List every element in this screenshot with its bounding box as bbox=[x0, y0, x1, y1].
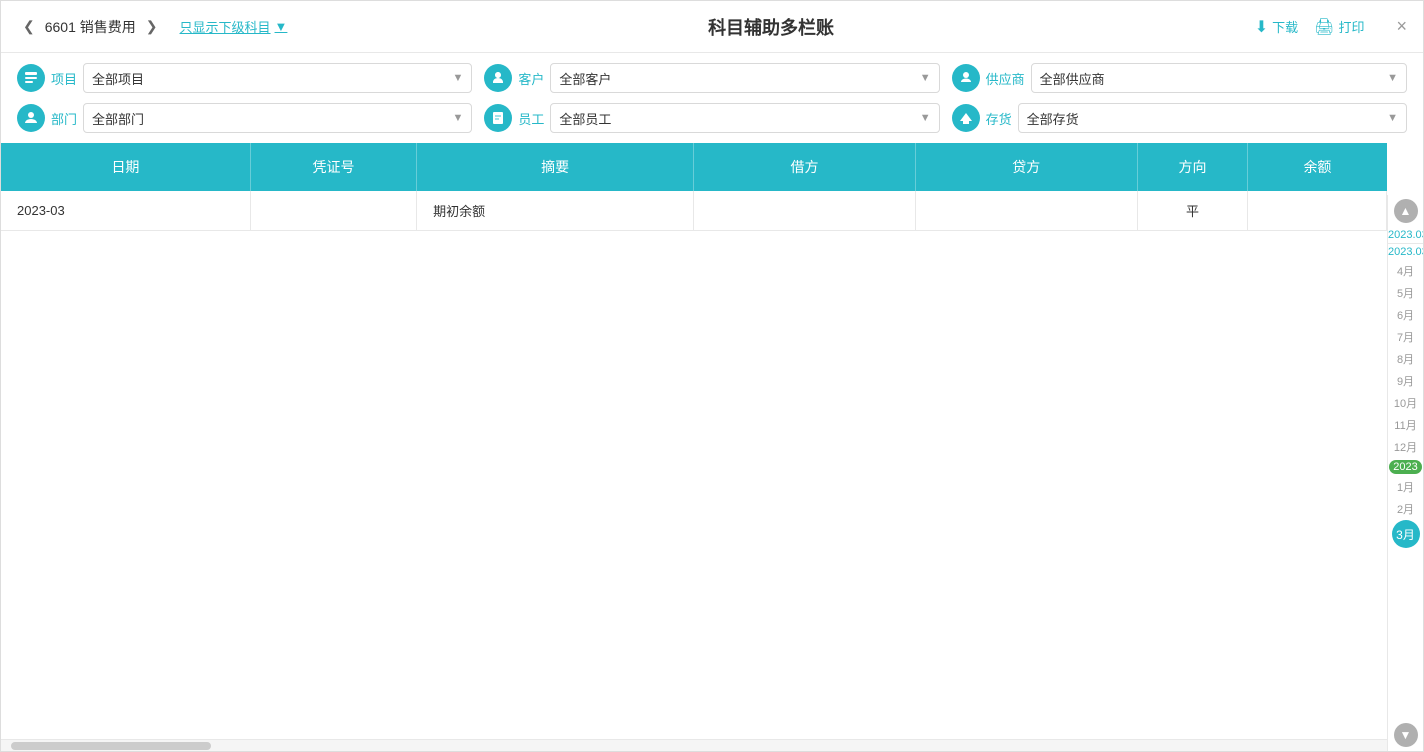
print-icon: 🖨 bbox=[1314, 17, 1334, 37]
ledger-table: 日期 凭证号 摘要 借方 贷方 方向 余额 2023-03 期初余额 bbox=[1, 143, 1387, 231]
cell-credit bbox=[915, 191, 1137, 231]
sidebar-period-2[interactable]: 2023.03 bbox=[1388, 244, 1423, 260]
next-account-btn[interactable]: ❯ bbox=[140, 16, 164, 37]
sidebar-month-1[interactable]: 1月 bbox=[1388, 476, 1423, 498]
sidebar-month-11[interactable]: 11月 bbox=[1388, 414, 1423, 436]
employee-value: 全部员工 bbox=[559, 109, 611, 128]
show-sub-label: 只显示下级科目 bbox=[180, 17, 271, 36]
col-debit: 借方 bbox=[694, 143, 916, 191]
filter-row-1: 项目 全部项目 ▼ 客户 全部客户 ▼ 供应 bbox=[17, 63, 1407, 93]
table-container: 日期 凭证号 摘要 借方 贷方 方向 余额 2023-03 期初余额 bbox=[1, 143, 1387, 739]
project-label: 项目 bbox=[51, 69, 77, 88]
inventory-select[interactable]: 全部存货 ▼ bbox=[1018, 103, 1407, 133]
project-arrow: ▼ bbox=[452, 72, 463, 84]
supplier-label: 供应商 bbox=[986, 69, 1025, 88]
right-sidebar: ▲ 2023.03 2023.03 4月 5月 6月 7月 8月 9月 10月 … bbox=[1387, 195, 1423, 751]
download-icon: ⬇ bbox=[1255, 17, 1268, 37]
dept-icon bbox=[17, 104, 45, 132]
sidebar-month-12[interactable]: 12月 bbox=[1388, 436, 1423, 458]
project-value: 全部项目 bbox=[92, 69, 144, 88]
page-title: 科目辅助多栏账 bbox=[287, 14, 1254, 40]
sidebar-month-3-active[interactable]: 3月 bbox=[1392, 520, 1420, 548]
filter-inventory: 存货 全部存货 ▼ bbox=[952, 103, 1407, 133]
inventory-arrow: ▼ bbox=[1387, 112, 1398, 124]
sidebar-month-4[interactable]: 4月 bbox=[1388, 260, 1423, 282]
sidebar-month-2[interactable]: 2月 bbox=[1388, 498, 1423, 520]
main-window: ❮ 6601 销售费用 ❯ 只显示下级科目 ▼ 科目辅助多栏账 ⬇ 下载 🖨 打… bbox=[0, 0, 1424, 752]
inventory-label: 存货 bbox=[986, 109, 1012, 128]
cell-direction: 平 bbox=[1137, 191, 1248, 231]
filter-employee: 员工 全部员工 ▼ bbox=[484, 103, 939, 133]
print-btn[interactable]: 🖨 打印 bbox=[1314, 17, 1364, 37]
employee-icon bbox=[484, 104, 512, 132]
customer-label: 客户 bbox=[518, 69, 544, 88]
show-sub-chevron: ▼ bbox=[275, 19, 288, 34]
cell-summary: 期初余额 bbox=[417, 191, 694, 231]
col-balance: 余额 bbox=[1248, 143, 1387, 191]
year-badge: 2023 bbox=[1389, 460, 1421, 474]
sidebar-month-9[interactable]: 9月 bbox=[1388, 370, 1423, 392]
dept-select[interactable]: 全部部门 ▼ bbox=[83, 103, 472, 133]
customer-select[interactable]: 全部客户 ▼ bbox=[550, 63, 939, 93]
account-code: 6601 销售费用 bbox=[45, 17, 136, 37]
project-icon bbox=[17, 64, 45, 92]
filter-dept: 部门 全部部门 ▼ bbox=[17, 103, 472, 133]
scroll-thumb[interactable] bbox=[11, 742, 211, 750]
cell-debit bbox=[694, 191, 916, 231]
close-btn[interactable]: × bbox=[1396, 16, 1407, 37]
cell-balance bbox=[1248, 191, 1387, 231]
supplier-icon bbox=[952, 64, 980, 92]
dept-value: 全部部门 bbox=[92, 109, 144, 128]
cell-voucher bbox=[250, 191, 416, 231]
filter-supplier: 供应商 全部供应商 ▼ bbox=[952, 63, 1407, 93]
top-bar: ❮ 6601 销售费用 ❯ 只显示下级科目 ▼ 科目辅助多栏账 ⬇ 下载 🖨 打… bbox=[1, 1, 1423, 53]
sidebar-month-5[interactable]: 5月 bbox=[1388, 282, 1423, 304]
prev-account-btn[interactable]: ❮ bbox=[17, 16, 41, 37]
sidebar-month-8[interactable]: 8月 bbox=[1388, 348, 1423, 370]
sidebar-month-10[interactable]: 10月 bbox=[1388, 392, 1423, 414]
inventory-value: 全部存货 bbox=[1027, 109, 1079, 128]
employee-label: 员工 bbox=[518, 109, 544, 128]
print-label: 打印 bbox=[1338, 17, 1364, 36]
inventory-icon bbox=[952, 104, 980, 132]
customer-arrow: ▼ bbox=[920, 72, 931, 84]
filter-project: 项目 全部项目 ▼ bbox=[17, 63, 472, 93]
customer-icon bbox=[484, 64, 512, 92]
customer-value: 全部客户 bbox=[559, 69, 611, 88]
sidebar-period-1[interactable]: 2023.03 bbox=[1388, 227, 1423, 244]
col-voucher: 凭证号 bbox=[250, 143, 416, 191]
show-sub-toggle[interactable]: 只显示下级科目 ▼ bbox=[180, 17, 288, 36]
sidebar-month-7[interactable]: 7月 bbox=[1388, 326, 1423, 348]
dept-label: 部门 bbox=[51, 109, 77, 128]
employee-select[interactable]: 全部员工 ▼ bbox=[550, 103, 939, 133]
toolbar-right: ⬇ 下载 🖨 打印 × bbox=[1255, 16, 1407, 37]
col-summary: 摘要 bbox=[417, 143, 694, 191]
filter-area: 项目 全部项目 ▼ 客户 全部客户 ▼ 供应 bbox=[1, 53, 1423, 143]
project-select[interactable]: 全部项目 ▼ bbox=[83, 63, 472, 93]
supplier-value: 全部供应商 bbox=[1040, 69, 1105, 88]
table-row: 2023-03 期初余额 平 bbox=[1, 191, 1387, 231]
sidebar-down-btn[interactable]: ▼ bbox=[1394, 723, 1418, 747]
horizontal-scrollbar[interactable] bbox=[1, 739, 1387, 751]
dept-arrow: ▼ bbox=[452, 112, 463, 124]
cell-date: 2023-03 bbox=[1, 191, 250, 231]
col-date: 日期 bbox=[1, 143, 250, 191]
employee-arrow: ▼ bbox=[920, 112, 931, 124]
filter-row-2: 部门 全部部门 ▼ 员工 全部员工 ▼ 存货 bbox=[17, 103, 1407, 133]
sidebar-up-btn[interactable]: ▲ bbox=[1394, 199, 1418, 223]
supplier-arrow: ▼ bbox=[1387, 72, 1398, 84]
filter-customer: 客户 全部客户 ▼ bbox=[484, 63, 939, 93]
table-header-row: 日期 凭证号 摘要 借方 贷方 方向 余额 bbox=[1, 143, 1387, 191]
col-credit: 贷方 bbox=[915, 143, 1137, 191]
supplier-select[interactable]: 全部供应商 ▼ bbox=[1031, 63, 1407, 93]
download-label: 下载 bbox=[1272, 17, 1298, 36]
download-btn[interactable]: ⬇ 下载 bbox=[1255, 17, 1298, 37]
col-direction: 方向 bbox=[1137, 143, 1248, 191]
sidebar-month-6[interactable]: 6月 bbox=[1388, 304, 1423, 326]
